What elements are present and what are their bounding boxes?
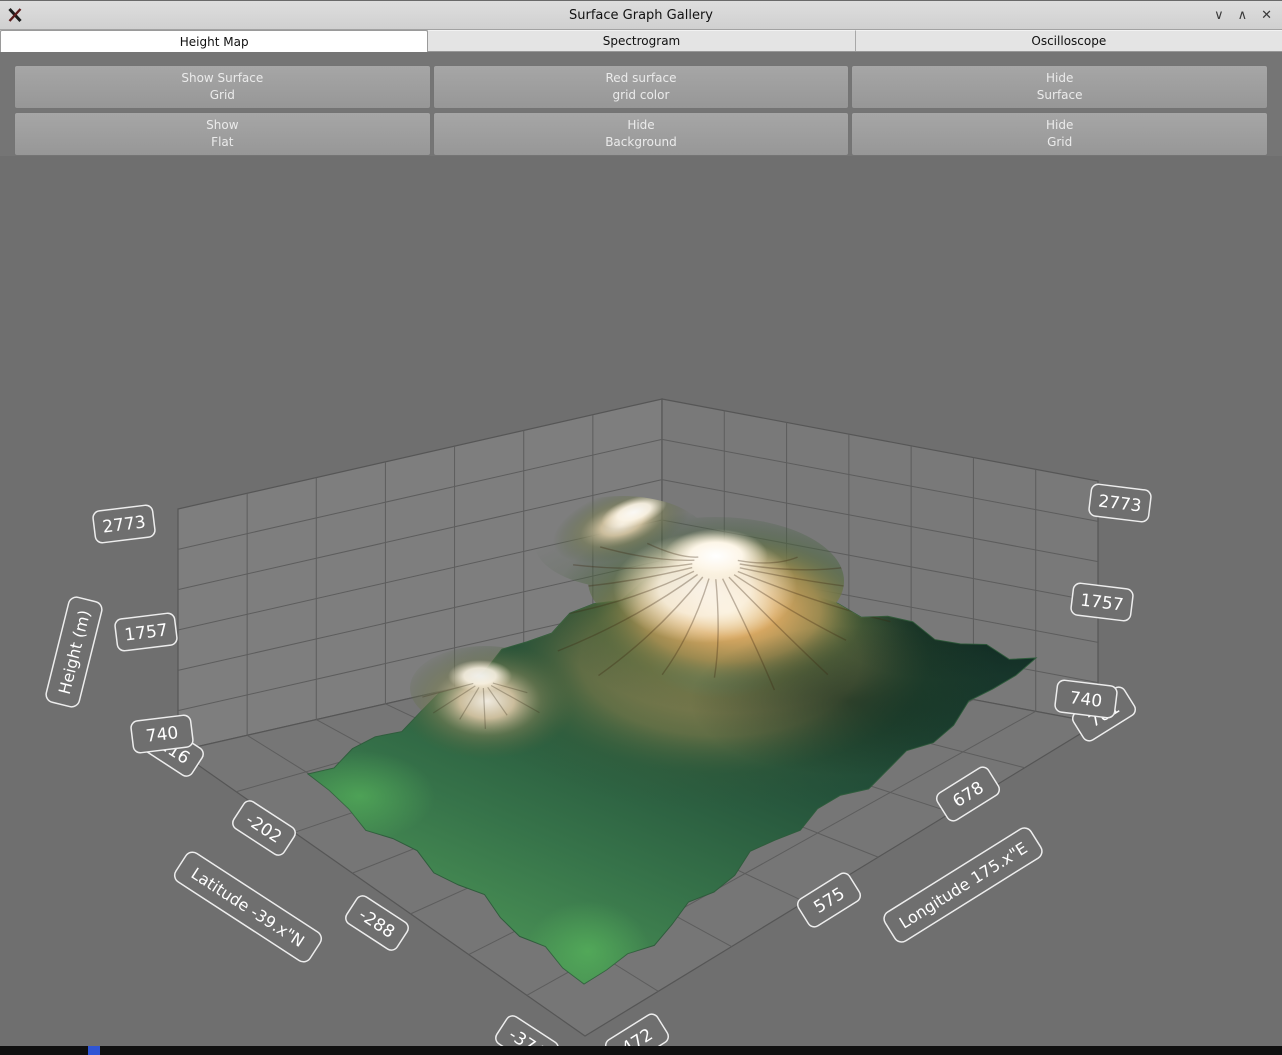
surface-grid-color-button[interactable]: Red surface grid color (433, 65, 850, 109)
button-label-line2: grid color (613, 87, 670, 104)
button-label-line2: Grid (1047, 134, 1072, 151)
longitude-axis-title: Longitude 175.x"E (881, 825, 1045, 945)
tab-spectrogram[interactable]: Spectrogram (428, 30, 855, 51)
button-label-line2: Grid (210, 87, 235, 104)
button-label-line1: Show (206, 117, 238, 134)
surface-plot-3d[interactable]: 781 678 575 472 (0, 156, 1282, 1047)
show-surface-grid-button[interactable]: Show Surface Grid (14, 65, 431, 109)
hide-grid-button[interactable]: Hide Grid (851, 112, 1268, 156)
window-controls: ∨ ∧ ✕ (1214, 1, 1272, 29)
button-label-line2: Flat (211, 134, 233, 151)
tick-label: 740 (1069, 688, 1104, 712)
hide-background-button[interactable]: Hide Background (433, 112, 850, 156)
volcano-summit (664, 529, 768, 583)
x11-app-icon (7, 7, 23, 23)
maximize-icon[interactable]: ∧ (1238, 9, 1248, 22)
button-label-line1: Hide (1046, 70, 1073, 87)
button-label-line1: Red surface (606, 70, 677, 87)
height-tick-right: 740 (1054, 679, 1117, 718)
tab-bar: Height Map Spectrogram Oscilloscope (0, 30, 1282, 52)
axis-title-label: Longitude 175.x"E (896, 838, 1031, 932)
show-flat-button[interactable]: Show Flat (14, 112, 431, 156)
tick-label: 740 (145, 723, 180, 747)
control-button-grid: Show Surface Grid Red surface grid color… (0, 52, 1282, 156)
height-tick-left: 1757 (114, 612, 177, 651)
app-window: Surface Graph Gallery ∨ ∧ ✕ Height Map S… (0, 0, 1282, 1055)
tab-height-map[interactable]: Height Map (0, 30, 428, 52)
titlebar[interactable]: Surface Graph Gallery ∨ ∧ ✕ (0, 1, 1282, 30)
latitude-tick: -374 (493, 1013, 561, 1047)
latitude-axis-title: Latitude -39.x"N (172, 849, 325, 965)
button-label-line2: Surface (1037, 87, 1083, 104)
axis-title-label: Latitude -39.x"N (188, 864, 308, 951)
height-tick-left: 2773 (92, 504, 155, 543)
tab-oscilloscope[interactable]: Oscilloscope (856, 30, 1282, 51)
taskbar-strip (0, 1046, 1282, 1055)
window-title: Surface Graph Gallery (0, 8, 1282, 23)
height-tick-right: 2773 (1088, 483, 1151, 522)
button-label-line1: Show Surface (181, 70, 263, 87)
close-icon[interactable]: ✕ (1261, 9, 1272, 22)
button-label-line1: Hide (1046, 117, 1073, 134)
surface-plot-viewport[interactable]: 781 678 575 472 (0, 156, 1282, 1047)
minimize-icon[interactable]: ∨ (1214, 9, 1224, 22)
button-label-line1: Hide (627, 117, 654, 134)
height-tick-right: 1757 (1070, 582, 1133, 621)
height-axis-title: Height (m) (44, 595, 103, 708)
hide-surface-button[interactable]: Hide Surface (851, 65, 1268, 109)
height-tick-left: 740 (130, 714, 193, 753)
tab-page-height-map: Show Surface Grid Red surface grid color… (0, 52, 1282, 1046)
taskbar-indicator[interactable] (88, 1046, 100, 1055)
button-label-line2: Background (605, 134, 677, 151)
